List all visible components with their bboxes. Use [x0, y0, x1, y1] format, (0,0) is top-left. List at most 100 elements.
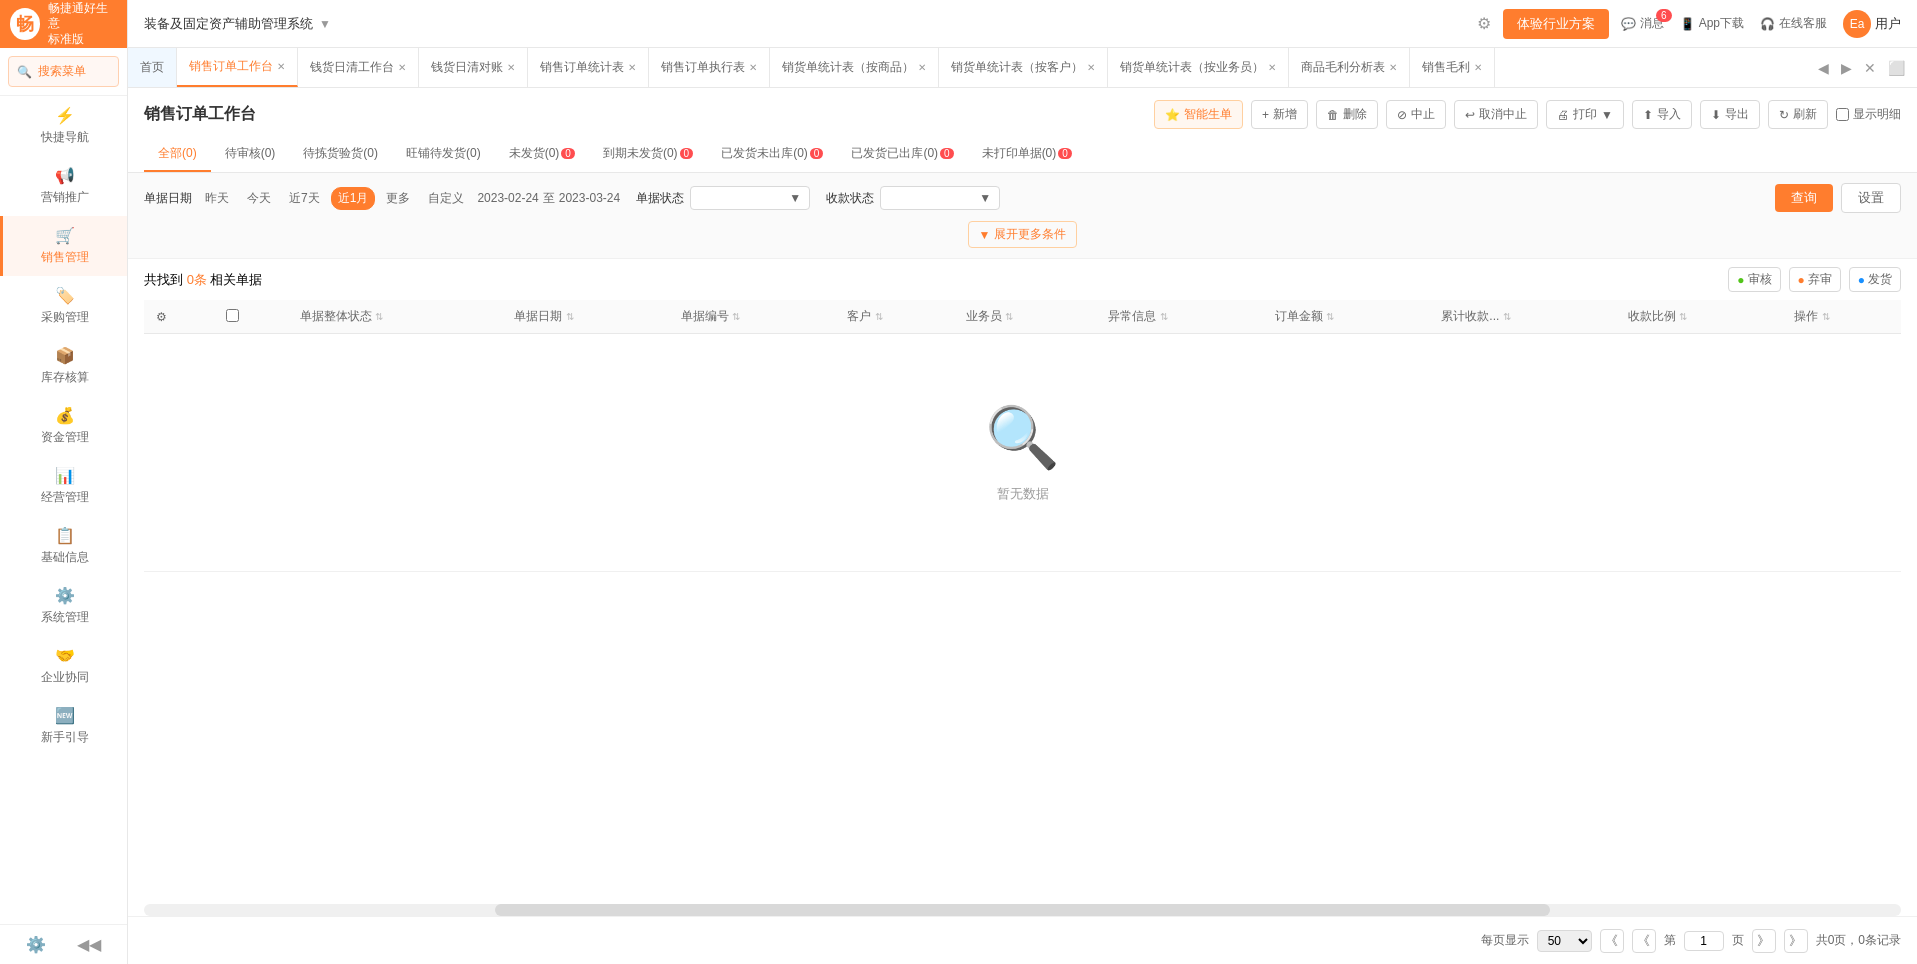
tab-sales-order-workspace[interactable]: 销售订单工作台✕: [177, 48, 298, 87]
delete-btn[interactable]: 🗑 删除: [1316, 100, 1378, 129]
set-btn[interactable]: 设置: [1841, 183, 1901, 213]
export-btn[interactable]: ⬇ 导出: [1700, 100, 1760, 129]
show-detail-checkbox[interactable]: [1836, 108, 1849, 121]
subtab-expired-not-shipped[interactable]: 到期未发货(0)0: [589, 137, 707, 172]
subtab-not-printed[interactable]: 未打印单据(0)0: [968, 137, 1086, 172]
sidebar-item-inventory[interactable]: 📦库存核算: [0, 336, 127, 396]
sidebar-item-quick-nav[interactable]: ⚡快捷导航: [0, 96, 127, 156]
app-download-action[interactable]: 📱 App下载: [1680, 15, 1744, 32]
sort-icon-number[interactable]: ⇅: [732, 311, 740, 322]
print-btn[interactable]: 🖨 打印 ▼: [1546, 100, 1624, 129]
settings-icon[interactable]: ⚙: [1477, 14, 1491, 33]
last-page-btn[interactable]: 》: [1784, 929, 1808, 953]
prev-page-btn[interactable]: 《: [1632, 929, 1656, 953]
tab-close-sales-order-stat[interactable]: ✕: [628, 62, 636, 73]
sidebar-item-operation[interactable]: 📊经营管理: [0, 456, 127, 516]
tab-close-cash-daily[interactable]: ✕: [398, 62, 406, 73]
sort-icon-amount[interactable]: ⇅: [1326, 311, 1334, 322]
settings-icon[interactable]: ⚙️: [26, 935, 46, 954]
sort-icon-staff[interactable]: ⇅: [1005, 311, 1013, 322]
tab-close-gross-profit[interactable]: ✕: [1389, 62, 1397, 73]
scrollbar-thumb[interactable]: [495, 904, 1549, 916]
tab-sales-stat-product[interactable]: 销货单统计表（按商品）✕: [770, 48, 939, 87]
tab-sales-stat-customer[interactable]: 销货单统计表（按客户）✕: [939, 48, 1108, 87]
sort-icon-customer[interactable]: ⇅: [875, 311, 883, 322]
select-all-checkbox[interactable]: [226, 309, 239, 322]
subtab-pending-review[interactable]: 待审核(0): [211, 137, 290, 172]
col-settings-icon[interactable]: ⚙: [156, 310, 167, 324]
cancel-stop-btn[interactable]: ↩ 取消中止: [1454, 100, 1538, 129]
tab-prev-icon[interactable]: ◀: [1814, 58, 1833, 78]
subtab-wangpu-pending[interactable]: 旺铺待发货(0): [392, 137, 495, 172]
search-menu-button[interactable]: 🔍 搜索菜单: [8, 56, 119, 87]
sidebar-item-sales[interactable]: 🛒销售管理: [0, 216, 127, 276]
online-service-action[interactable]: 🎧 在线客服: [1760, 15, 1827, 32]
sort-icon-ratio[interactable]: ⇅: [1679, 311, 1687, 322]
tab-close-sales-order-exec[interactable]: ✕: [749, 62, 757, 73]
stop-btn[interactable]: ⊘ 中止: [1386, 100, 1446, 129]
collection-select[interactable]: ▼: [880, 186, 1000, 210]
refresh-btn[interactable]: ↻ 刷新: [1768, 100, 1828, 129]
cancel-audit-btn[interactable]: ● 弃审: [1789, 267, 1841, 292]
quick-date-btn-1month[interactable]: 近1月: [331, 187, 376, 210]
import-btn[interactable]: ⬆ 导入: [1632, 100, 1692, 129]
quick-date-btn-yesterday[interactable]: 昨天: [198, 187, 236, 210]
system-dropdown-icon[interactable]: ▼: [319, 17, 331, 31]
tab-sales-order-stat[interactable]: 销售订单统计表✕: [528, 48, 649, 87]
tab-close-all-icon[interactable]: ✕: [1860, 58, 1880, 78]
tab-close-sales-stat-staff[interactable]: ✕: [1268, 62, 1276, 73]
message-action[interactable]: 💬 消息 6: [1621, 15, 1664, 32]
subtab-pending-inspection[interactable]: 待拣货验货(0): [289, 137, 392, 172]
tab-close-cash-reconcile[interactable]: ✕: [507, 62, 515, 73]
add-btn[interactable]: + 新增: [1251, 100, 1308, 129]
tab-gross-profit[interactable]: 商品毛利分析表✕: [1289, 48, 1410, 87]
sidebar-item-enterprise[interactable]: 🤝企业协同: [0, 636, 127, 696]
sort-icon-abnormal[interactable]: ⇅: [1160, 311, 1168, 322]
industry-btn[interactable]: 体验行业方案: [1503, 9, 1609, 39]
tab-cash-daily[interactable]: 钱货日清工作台✕: [298, 48, 419, 87]
tab-home[interactable]: 首页: [128, 48, 177, 87]
tab-sales-stat-staff[interactable]: 销货单统计表（按业务员）✕: [1108, 48, 1289, 87]
status-select[interactable]: ▼: [690, 186, 810, 210]
quick-date-btn-custom[interactable]: 自定义: [421, 187, 471, 210]
page-number-input[interactable]: [1684, 931, 1724, 951]
tab-sales-profit[interactable]: 销售毛利✕: [1410, 48, 1495, 87]
ship-btn[interactable]: ● 发货: [1849, 267, 1901, 292]
sort-icon-collected[interactable]: ⇅: [1503, 311, 1511, 322]
subtab-shipped-not-out[interactable]: 已发货未出库(0)0: [707, 137, 837, 172]
tab-sales-order-exec[interactable]: 销售订单执行表✕: [649, 48, 770, 87]
tab-close-sales-stat-product[interactable]: ✕: [918, 62, 926, 73]
collapse-icon[interactable]: ◀◀: [77, 935, 101, 954]
tab-maximize-icon[interactable]: ⬜: [1884, 58, 1909, 78]
audit-btn[interactable]: ● 审核: [1728, 267, 1780, 292]
subtab-shipped-out[interactable]: 已发货已出库(0)0: [837, 137, 967, 172]
tab-next-icon[interactable]: ▶: [1837, 58, 1856, 78]
expand-filter-btn[interactable]: ▼ 展开更多条件: [968, 221, 1078, 248]
user-profile[interactable]: Ea 用户: [1843, 10, 1901, 38]
tab-close-sales-profit[interactable]: ✕: [1474, 62, 1482, 73]
tab-close-sales-order-workspace[interactable]: ✕: [277, 61, 285, 72]
quick-date-btn-more[interactable]: 更多: [379, 187, 417, 210]
sidebar-item-guide[interactable]: 🆕新手引导: [0, 696, 127, 756]
show-detail-checkbox-label[interactable]: 显示明细: [1836, 106, 1901, 123]
query-btn[interactable]: 查询: [1775, 184, 1833, 212]
tab-close-sales-stat-customer[interactable]: ✕: [1087, 62, 1095, 73]
subtab-all[interactable]: 全部(0): [144, 137, 211, 172]
subtab-not-shipped[interactable]: 未发货(0)0: [495, 137, 589, 172]
sidebar-item-finance[interactable]: 💰资金管理: [0, 396, 127, 456]
sidebar-item-marketing[interactable]: 📢营销推广: [0, 156, 127, 216]
smart-create-btn[interactable]: ⭐ 智能生单: [1154, 100, 1243, 129]
sidebar-item-basic[interactable]: 📋基础信息: [0, 516, 127, 576]
first-page-btn[interactable]: 《: [1600, 929, 1624, 953]
page-size-select[interactable]: 50 10 20 100: [1537, 930, 1592, 952]
tab-cash-reconcile[interactable]: 钱货日清对账✕: [419, 48, 528, 87]
sidebar-item-system[interactable]: ⚙️系统管理: [0, 576, 127, 636]
sort-icon-status[interactable]: ⇅: [375, 311, 383, 322]
quick-date-btn-today[interactable]: 今天: [240, 187, 278, 210]
sort-icon-operations[interactable]: ⇅: [1822, 311, 1830, 322]
quick-date-btn-7days[interactable]: 近7天: [282, 187, 327, 210]
sort-icon-date[interactable]: ⇅: [566, 311, 574, 322]
sidebar-item-purchase[interactable]: 🏷️采购管理: [0, 276, 127, 336]
next-page-btn[interactable]: 》: [1752, 929, 1776, 953]
horizontal-scrollbar[interactable]: [144, 904, 1901, 916]
